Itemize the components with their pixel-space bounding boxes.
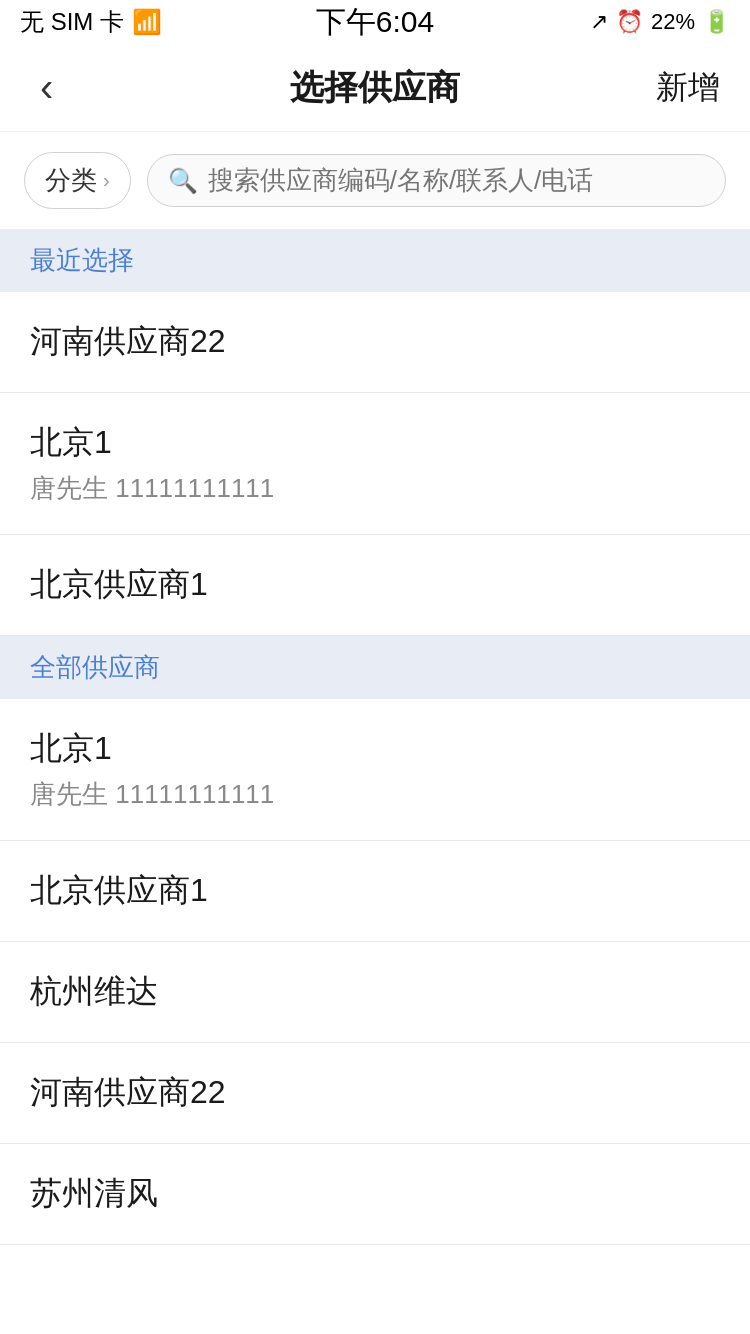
wifi-icon: 📶	[132, 8, 162, 36]
item-sub: 唐先生 11111111111	[30, 777, 720, 812]
battery-icon: 🔋	[703, 9, 730, 35]
list-item[interactable]: 北京供应商1	[0, 841, 750, 942]
item-name: 河南供应商22	[30, 320, 720, 364]
status-bar: 无 SIM 卡 📶 下午6:04 ↗ ⏰ 22% 🔋	[0, 0, 750, 44]
list-item[interactable]: 杭州维达	[0, 942, 750, 1043]
list-item[interactable]: 北京供应商1	[0, 535, 750, 636]
category-filter-button[interactable]: 分类 ›	[24, 152, 131, 209]
item-name: 北京1	[30, 727, 720, 771]
sim-label: 无 SIM 卡	[20, 6, 124, 38]
section-header-recent: 最近选择	[0, 229, 750, 292]
nav-bar: ‹ 选择供应商 新增	[0, 44, 750, 132]
list-item[interactable]: 苏州清风	[0, 1144, 750, 1245]
location-icon: ↗	[590, 9, 608, 35]
search-box[interactable]: 🔍	[147, 154, 726, 207]
item-name: 北京供应商1	[30, 563, 720, 607]
status-time: 下午6:04	[316, 2, 434, 43]
supplier-list: 最近选择河南供应商22 北京1 唐先生 11111111111 北京供应商1 全部供应商…	[0, 229, 750, 1245]
filter-bar: 分类 › 🔍	[0, 132, 750, 229]
section-header-text-recent: 最近选择	[30, 245, 134, 275]
page-title: 选择供应商	[290, 65, 460, 111]
battery-label: 22%	[651, 9, 695, 35]
status-right: ↗ ⏰ 22% 🔋	[590, 9, 730, 35]
item-name: 北京1	[30, 421, 720, 465]
list-item[interactable]: 北京1 唐先生 11111111111	[0, 393, 750, 535]
list-item[interactable]: 河南供应商22	[0, 292, 750, 393]
item-name: 杭州维达	[30, 970, 720, 1014]
section-header-text-all: 全部供应商	[30, 652, 160, 682]
search-icon: 🔍	[168, 167, 198, 195]
status-left: 无 SIM 卡 📶	[20, 6, 162, 38]
list-item[interactable]: 河南供应商22	[0, 1043, 750, 1144]
item-sub: 唐先生 11111111111	[30, 471, 720, 506]
alarm-icon: ⏰	[616, 9, 643, 35]
section-header-all: 全部供应商	[0, 636, 750, 699]
chevron-right-icon: ›	[103, 169, 110, 192]
item-name: 北京供应商1	[30, 869, 720, 913]
category-label: 分类	[45, 163, 97, 198]
search-input[interactable]	[208, 165, 705, 196]
item-name: 苏州清风	[30, 1172, 720, 1216]
back-button[interactable]: ‹	[30, 55, 63, 120]
list-item[interactable]: 北京1 唐先生 11111111111	[0, 699, 750, 841]
add-button[interactable]: 新增	[656, 66, 720, 110]
item-name: 河南供应商22	[30, 1071, 720, 1115]
